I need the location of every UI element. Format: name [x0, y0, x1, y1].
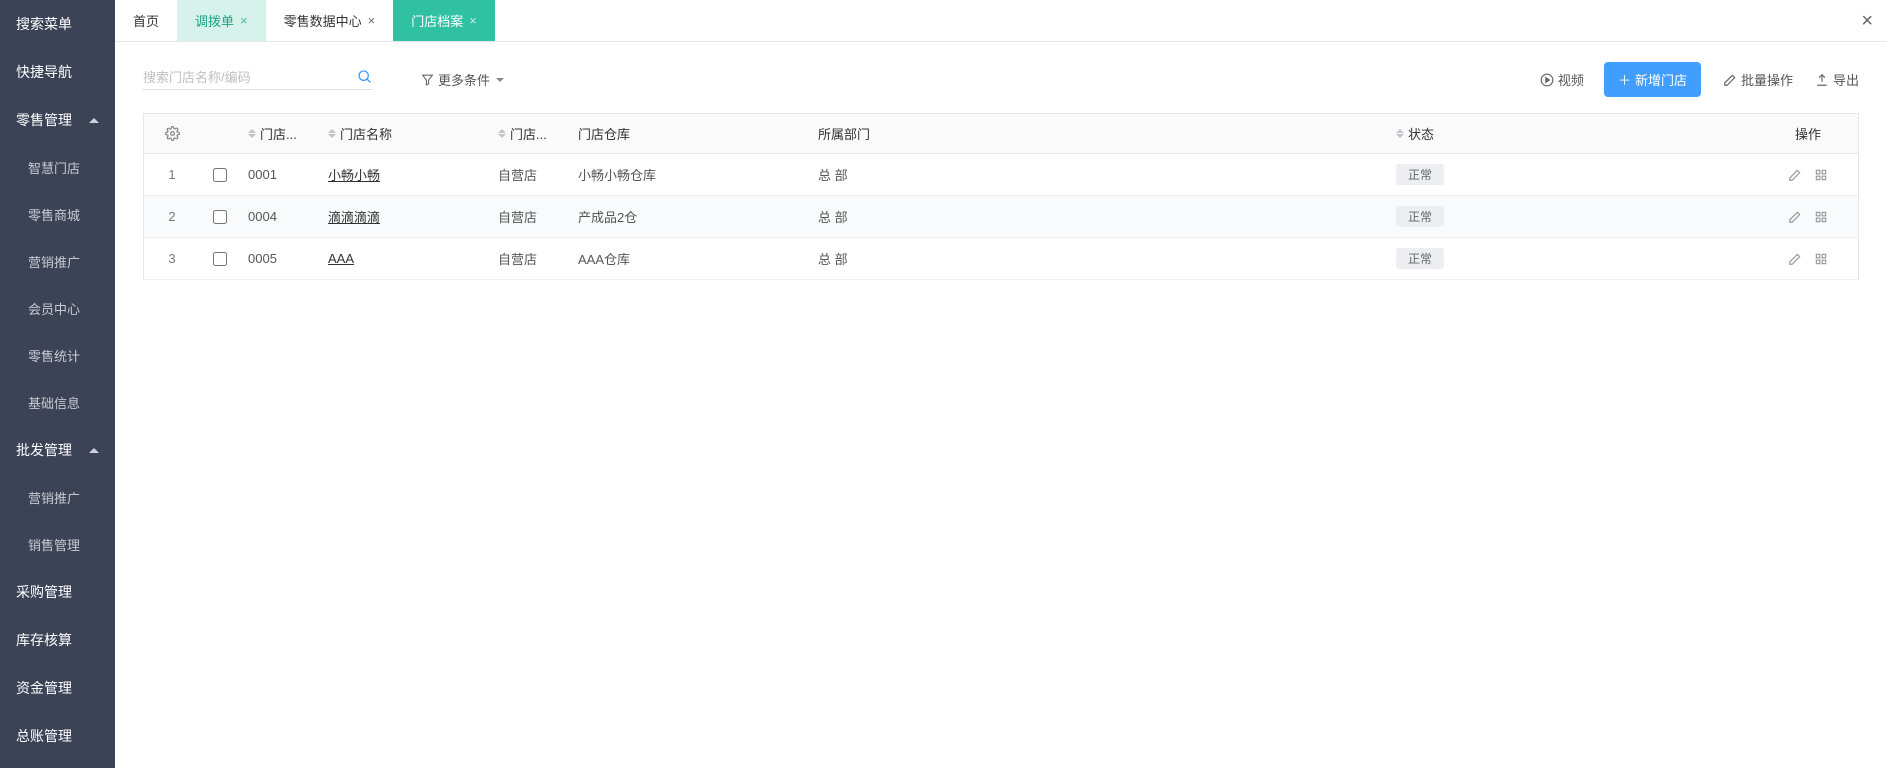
sidebar-item-smart-store[interactable]: 智慧门店 [0, 144, 115, 191]
more-row-icon[interactable] [1814, 168, 1828, 182]
th-settings[interactable] [144, 114, 200, 153]
tab-bar: 首页 调拨单 × 零售数据中心 × 门店档案 × [115, 0, 1887, 42]
sidebar-item-quick-nav[interactable]: 快捷导航 [0, 48, 115, 96]
edit-row-icon[interactable] [1788, 252, 1802, 266]
sidebar-item-retail-stats[interactable]: 零售统计 [0, 332, 115, 379]
th-store-name[interactable]: 门店名称 [320, 114, 490, 153]
cell-warehouse: 产成品2仓 [570, 196, 810, 237]
row-index: 2 [144, 196, 200, 237]
tab-store-archive[interactable]: 门店档案 × [393, 0, 495, 41]
cell-code: 0004 [240, 196, 320, 237]
sidebar-item-search-menu[interactable]: 搜索菜单 [0, 0, 115, 48]
store-name-link[interactable]: 滴滴滴滴 [328, 207, 380, 226]
sidebar: 搜索菜单 快捷导航 零售管理 智慧门店 零售商城 营销推广 会员中心 零售统计 … [0, 0, 115, 768]
close-all-icon[interactable]: × [1861, 10, 1873, 33]
more-conditions-button[interactable]: 更多条件 [421, 70, 504, 89]
cell-department: 总 部 [810, 196, 1388, 237]
store-name-link[interactable]: 小畅小畅 [328, 165, 380, 184]
edit-icon [1723, 73, 1737, 87]
sidebar-item-ledger-mgmt[interactable]: 总账管理 [0, 712, 115, 760]
table-row: 2 0004 滴滴滴滴 自营店 产成品2仓 总 部 正常 [144, 196, 1858, 238]
cell-type: 自营店 [490, 238, 570, 279]
sidebar-item-retail-mgmt[interactable]: 零售管理 [0, 96, 115, 144]
cell-warehouse: AAA仓库 [570, 238, 810, 279]
row-index: 3 [144, 238, 200, 279]
sidebar-item-fund-mgmt[interactable]: 资金管理 [0, 664, 115, 712]
cell-department: 总 部 [810, 238, 1388, 279]
sidebar-item-marketing-1[interactable]: 营销推广 [0, 238, 115, 285]
toolbar: 更多条件 视频 ＋ 新增门店 批量操作 导出 [143, 62, 1859, 97]
store-name-link[interactable]: AAA [328, 251, 354, 266]
th-store-code[interactable]: 门店... [240, 114, 320, 153]
store-table: 门店... 门店名称 门店... 门店仓库 所属部门 [143, 113, 1859, 280]
cell-code: 0005 [240, 238, 320, 279]
tab-transfer[interactable]: 调拨单 × [177, 0, 266, 41]
caret-up-icon [89, 118, 99, 123]
sidebar-item-sales-mgmt[interactable]: 销售管理 [0, 521, 115, 568]
export-button[interactable]: 导出 [1815, 70, 1859, 89]
play-circle-icon [1540, 73, 1554, 87]
edit-row-icon[interactable] [1788, 168, 1802, 182]
cell-warehouse: 小畅小畅仓库 [570, 154, 810, 195]
chevron-down-icon [496, 78, 504, 82]
sidebar-item-basic-info[interactable]: 基础信息 [0, 379, 115, 426]
more-row-icon[interactable] [1814, 252, 1828, 266]
sidebar-item-member-center[interactable]: 会员中心 [0, 285, 115, 332]
sort-icon [1396, 129, 1404, 138]
status-badge: 正常 [1396, 248, 1444, 269]
tab-retail-data-center[interactable]: 零售数据中心 × [266, 0, 394, 41]
th-checkbox [200, 114, 240, 153]
sidebar-item-marketing-2[interactable]: 营销推广 [0, 474, 115, 521]
cell-department: 总 部 [810, 154, 1388, 195]
more-row-icon[interactable] [1814, 210, 1828, 224]
sidebar-item-wholesale-mgmt[interactable]: 批发管理 [0, 426, 115, 474]
row-checkbox[interactable] [213, 210, 227, 224]
row-checkbox[interactable] [213, 168, 227, 182]
status-badge: 正常 [1396, 164, 1444, 185]
edit-row-icon[interactable] [1788, 210, 1802, 224]
row-index: 1 [144, 154, 200, 195]
status-badge: 正常 [1396, 206, 1444, 227]
th-warehouse: 门店仓库 [570, 114, 810, 153]
th-department: 所属部门 [810, 114, 1388, 153]
caret-up-icon [89, 448, 99, 453]
close-icon[interactable]: × [240, 13, 248, 28]
search-icon[interactable] [357, 69, 373, 85]
filter-icon [421, 73, 434, 86]
cell-type: 自营店 [490, 154, 570, 195]
table-row: 1 0001 小畅小畅 自营店 小畅小畅仓库 总 部 正常 [144, 154, 1858, 196]
sidebar-item-invoice-mgmt[interactable]: 发票管理 [0, 760, 115, 768]
sort-icon [498, 129, 506, 138]
th-store-type[interactable]: 门店... [490, 114, 570, 153]
close-icon[interactable]: × [469, 13, 477, 28]
sort-icon [328, 129, 336, 138]
th-ops: 操作 [1758, 114, 1858, 153]
add-store-button[interactable]: ＋ 新增门店 [1604, 62, 1701, 97]
sort-icon [248, 129, 256, 138]
video-link[interactable]: 视频 [1540, 70, 1584, 89]
cell-code: 0001 [240, 154, 320, 195]
gear-icon [165, 126, 180, 141]
th-status[interactable]: 状态 [1388, 114, 1758, 153]
sidebar-item-purchase-mgmt[interactable]: 采购管理 [0, 568, 115, 616]
sidebar-item-retail-mall[interactable]: 零售商城 [0, 191, 115, 238]
plus-icon: ＋ [1618, 70, 1631, 89]
close-icon[interactable]: × [368, 13, 376, 28]
tab-home[interactable]: 首页 [115, 0, 177, 41]
batch-ops-button[interactable]: 批量操作 [1723, 70, 1793, 89]
table-header-row: 门店... 门店名称 门店... 门店仓库 所属部门 [144, 114, 1858, 153]
table-row: 3 0005 AAA 自营店 AAA仓库 总 部 正常 [144, 238, 1858, 280]
row-checkbox[interactable] [213, 252, 227, 266]
cell-type: 自营店 [490, 196, 570, 237]
sidebar-item-inventory[interactable]: 库存核算 [0, 616, 115, 664]
search-wrap [143, 69, 373, 90]
export-icon [1815, 73, 1829, 87]
search-input[interactable] [143, 70, 357, 85]
